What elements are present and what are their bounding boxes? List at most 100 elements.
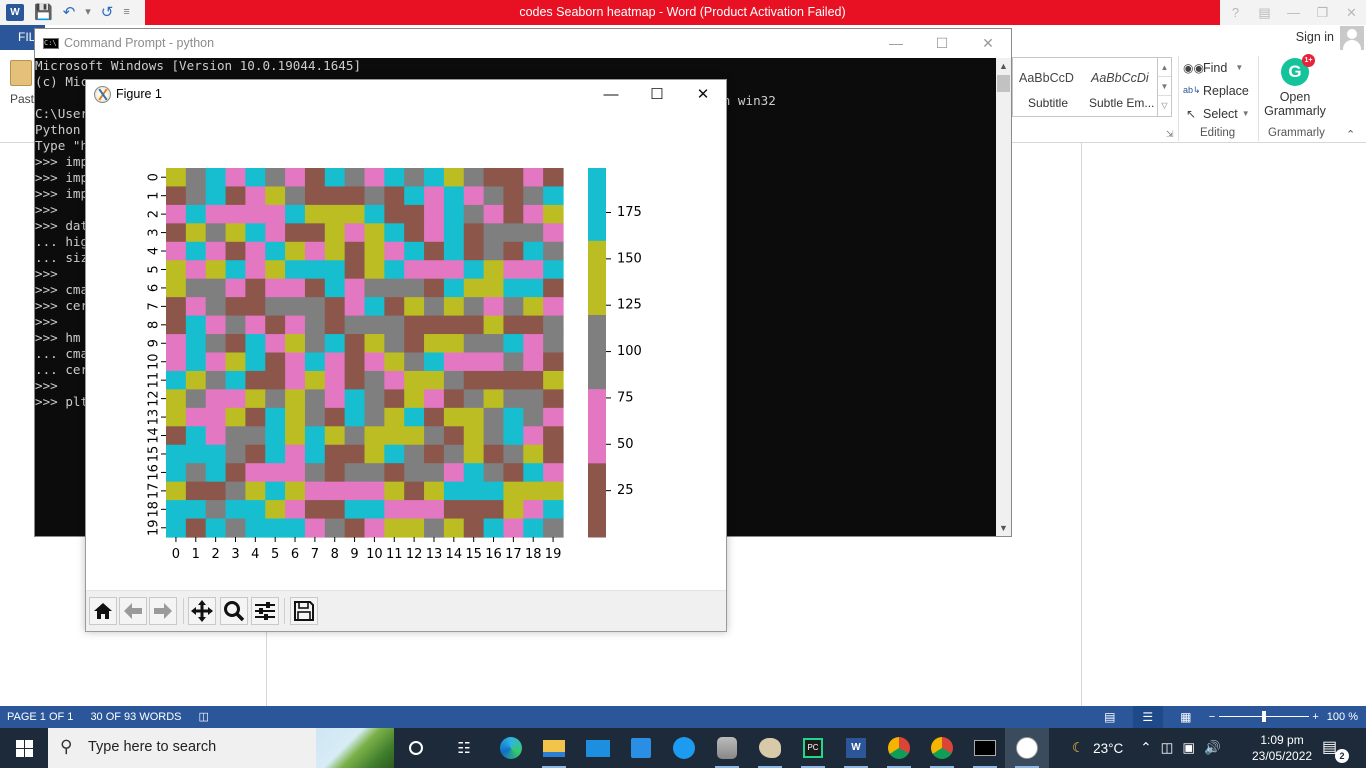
styles-gallery-scroll[interactable]: ▲ ▼ ▽ [1157, 58, 1171, 116]
heatmap-cell [384, 297, 405, 317]
show-hidden-icons[interactable]: ⌃ [1140, 740, 1151, 756]
heatmap-cell [543, 500, 564, 520]
edge-icon[interactable] [497, 734, 525, 762]
web-layout-icon[interactable]: ▦ [1171, 706, 1201, 728]
twitter-app-icon[interactable] [670, 734, 698, 762]
heatmap-cell [364, 518, 385, 538]
user-avatar-icon[interactable] [1340, 26, 1364, 50]
figure-titlebar[interactable]: Figure 1 — ☐ ✕ [86, 80, 726, 109]
figure-minimize-icon[interactable]: — [588, 80, 634, 109]
notification-center-icon[interactable]: ▤ 2 [1322, 737, 1349, 763]
group-separator [1178, 56, 1179, 141]
weather-temp[interactable]: 23°C [1093, 741, 1123, 756]
task-view-icon[interactable]: ☷ [450, 734, 478, 762]
word-count[interactable]: 30 OF 93 WORDS [90, 706, 181, 728]
database-icon[interactable] [713, 734, 741, 768]
file-explorer-icon[interactable] [540, 734, 568, 768]
figure-close-icon[interactable]: ✕ [680, 80, 726, 109]
matplotlib-taskbar-icon[interactable] [1013, 734, 1041, 768]
heatmap-cell [265, 278, 286, 298]
cmd-close-icon[interactable]: ✕ [965, 29, 1011, 58]
pan-button[interactable] [188, 597, 216, 625]
zoom-percent[interactable]: 100 % [1327, 706, 1358, 728]
meet-now-icon[interactable]: ◫ [1161, 740, 1174, 756]
undo-icon[interactable]: ↶ [63, 2, 76, 23]
heatmap-cell [344, 463, 366, 483]
gallery-down-icon[interactable]: ▼ [1158, 77, 1171, 96]
heatmap-cell [344, 389, 366, 409]
sliders-icon [255, 602, 275, 620]
open-grammarly-button[interactable]: G 1+ Open Grammarly [1263, 54, 1327, 118]
collapse-ribbon-icon[interactable]: ⌃ [1346, 128, 1355, 141]
figure-window[interactable]: Figure 1 — ☐ ✕ 0 1 2 3 4 5 6 7 8 9 10 11 12 13 14 15 16 1… [85, 79, 727, 632]
gallery-up-icon[interactable]: ▲ [1158, 58, 1171, 77]
restore-icon[interactable]: ❐ [1308, 0, 1337, 25]
ribbon-display-options-icon[interactable]: ▤ [1250, 0, 1279, 25]
read-mode-icon[interactable]: ▤ [1095, 706, 1125, 728]
chrome-icon[interactable] [928, 734, 956, 768]
store-icon[interactable] [627, 734, 655, 762]
paint-icon[interactable] [756, 734, 784, 768]
chrome-profile-m-icon[interactable] [885, 734, 913, 768]
heatmap-cell [324, 315, 346, 335]
style-subtitle-label[interactable]: Subtitle [1028, 96, 1068, 110]
word-taskbar-icon[interactable]: W [842, 734, 870, 768]
pycharm-icon[interactable]: PC [799, 734, 827, 768]
network-icon[interactable]: ▣ [1182, 740, 1195, 756]
cmd-taskbar-icon[interactable] [971, 734, 999, 768]
cmd-scrollbar[interactable]: ▲ ▼ [996, 58, 1011, 536]
scroll-thumb[interactable] [997, 75, 1010, 92]
heatmap-cell [185, 389, 207, 409]
volume-icon[interactable]: 🔊 [1204, 740, 1221, 756]
home-button[interactable] [89, 597, 117, 625]
paste-button[interactable]: Past [10, 60, 34, 106]
forward-button[interactable] [149, 597, 177, 625]
print-layout-icon[interactable]: ☰ [1132, 706, 1163, 728]
cmd-titlebar[interactable]: C:\ Command Prompt - python — ☐ ✕ [35, 29, 1011, 58]
style-subtitle-sample[interactable]: AaBbCcD [1019, 71, 1074, 85]
proofing-icon[interactable]: ◫ [199, 706, 209, 728]
heatmap-cell [523, 297, 544, 317]
configure-subplots-button[interactable] [251, 597, 279, 625]
figure-maximize-icon[interactable]: ☐ [634, 80, 680, 109]
weather-icon[interactable]: ☾ [1072, 740, 1084, 756]
minimize-icon[interactable]: — [1279, 0, 1308, 25]
find-button[interactable]: ◉◉ Find ▼ [1183, 56, 1258, 79]
zoom-slider[interactable]: − + [1209, 706, 1319, 728]
save-figure-button[interactable] [290, 597, 318, 625]
redo-icon[interactable]: ↺ [101, 2, 114, 23]
undo-dropdown-icon[interactable]: ▾ [85, 2, 91, 23]
page-count[interactable]: PAGE 1 OF 1 [7, 706, 73, 728]
help-icon[interactable]: ? [1221, 0, 1250, 25]
scroll-up-icon[interactable]: ▲ [996, 58, 1011, 74]
scroll-down-icon[interactable]: ▼ [996, 520, 1011, 536]
style-subtle-emphasis-label[interactable]: Subtle Em... [1089, 96, 1154, 110]
start-button[interactable] [0, 728, 48, 768]
zoom-rect-button[interactable] [220, 597, 248, 625]
taskbar-search[interactable]: ⚲ Type here to search [48, 728, 394, 768]
figure-canvas[interactable]: 0 1 2 3 4 5 6 7 8 9 10 11 12 13 14 15 16 17 18 19 012345678… [86, 109, 726, 590]
find-dropdown-icon: ▼ [1235, 63, 1244, 72]
zoom-in-icon[interactable]: + [1312, 706, 1318, 728]
cmd-minimize-icon[interactable]: — [873, 29, 919, 58]
gallery-more-icon[interactable]: ▽ [1158, 96, 1171, 115]
zoom-thumb[interactable] [1261, 711, 1266, 722]
save-icon[interactable]: 💾 [34, 2, 53, 23]
sign-in-link[interactable]: Sign in [1296, 30, 1334, 44]
customize-qat-icon[interactable]: ≡ [123, 2, 129, 23]
replace-button[interactable]: ab↳ Replace [1183, 79, 1258, 102]
heatmap-cell [225, 481, 246, 501]
clock[interactable]: 1:09 pm 23/05/2022 [1252, 732, 1312, 764]
cmd-maximize-icon[interactable]: ☐ [919, 29, 965, 58]
style-subtle-emphasis-sample[interactable]: AaBbCcDi [1091, 71, 1149, 85]
styles-dialog-launcher-icon[interactable]: ⇲ [1166, 129, 1174, 140]
close-icon[interactable]: ✕ [1337, 0, 1366, 25]
back-button[interactable] [119, 597, 147, 625]
x-tick-label: 1 [192, 547, 200, 562]
heatmap-cell [523, 481, 544, 501]
select-button[interactable]: ↖ Select ▼ [1183, 102, 1258, 125]
cortana-icon[interactable] [402, 734, 430, 762]
mail-icon[interactable] [584, 734, 612, 762]
zoom-out-icon[interactable]: − [1209, 706, 1215, 728]
heatmap-cell [503, 426, 524, 446]
